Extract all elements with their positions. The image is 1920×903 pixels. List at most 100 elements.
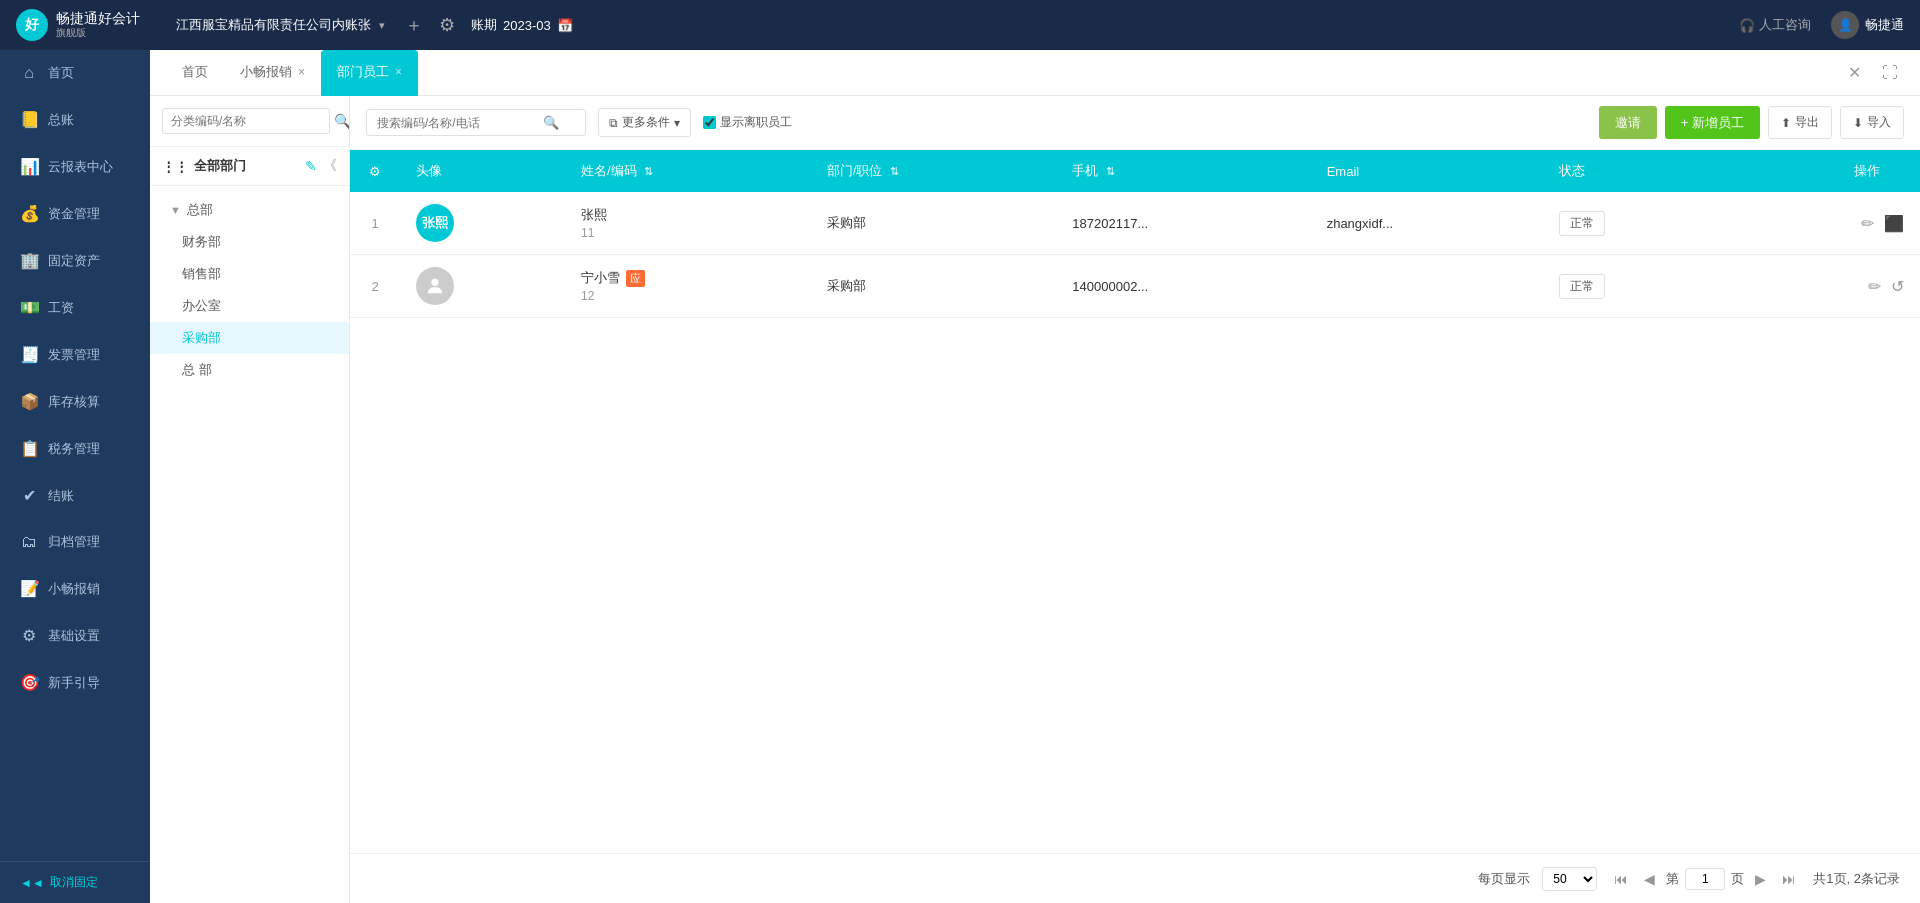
table-col-phone[interactable]: 手机 ⇅ xyxy=(1056,150,1310,192)
dept-node-head[interactable]: 总 部 xyxy=(150,354,349,386)
dept-node-office[interactable]: 办公室 xyxy=(150,290,349,322)
page-nav: ⏮ ◀ 第 页 ▶ ⏭ xyxy=(1609,868,1801,890)
filter-button[interactable]: ⧉ 更多条件 ▾ xyxy=(598,108,691,137)
sidebar-item-settings[interactable]: ⚙ 基础设置 xyxy=(0,612,150,659)
tag-ying-2: 应 xyxy=(626,270,645,287)
dept-all-label: 全部部门 xyxy=(194,157,246,175)
tab-home[interactable]: 首页 xyxy=(166,50,224,96)
tab-close-window[interactable]: ✕ xyxy=(1840,59,1868,87)
company-dropdown-arrow: ▾ xyxy=(379,19,385,32)
sidebar-item-salary[interactable]: 💵 工资 xyxy=(0,284,150,331)
sidebar-item-fixed-assets[interactable]: 🏢 固定资产 xyxy=(0,237,150,284)
right-panel: 🔍 ⧉ 更多条件 ▾ 显示离职员工 邀请 xyxy=(350,96,1920,903)
tab-maximize[interactable]: ⛶ xyxy=(1876,59,1904,87)
sidebar-label-funds: 资金管理 xyxy=(48,205,100,223)
period-value: 2023-03 xyxy=(503,18,551,33)
sidebar-item-expense[interactable]: 📝 小畅报销 xyxy=(0,565,150,612)
dept-node-finance[interactable]: 财务部 xyxy=(150,226,349,258)
tab-corner-buttons: ✕ ⛶ xyxy=(1840,59,1904,87)
dept-collapse-button[interactable]: 《 xyxy=(323,157,337,175)
sidebar-item-archive[interactable]: 🗂 归档管理 xyxy=(0,519,150,565)
show-resigned-label[interactable]: 显示离职员工 xyxy=(703,114,792,131)
tab-dept-close[interactable]: × xyxy=(395,65,402,79)
sidebar-label-home: 首页 xyxy=(48,64,74,82)
add-employee-button[interactable]: + 新增员工 xyxy=(1665,106,1760,139)
sidebar-item-reports[interactable]: 📊 云报表中心 xyxy=(0,143,150,190)
dept-node-general[interactable]: ▼ 总部 xyxy=(150,194,349,226)
sidebar-label-guide: 新手引导 xyxy=(48,674,100,692)
refresh-button-2[interactable]: ↺ xyxy=(1891,277,1904,296)
calendar-icon[interactable]: 📅 xyxy=(557,18,573,33)
import-button[interactable]: ⬇ 导入 xyxy=(1840,106,1904,139)
expense-icon: 📝 xyxy=(20,579,38,598)
dept-node-purchasing[interactable]: 采购部 xyxy=(150,322,349,354)
edit-button-1[interactable]: ✏ xyxy=(1861,214,1874,233)
dept-node-sales[interactable]: 销售部 xyxy=(150,258,349,290)
top-header: 好 畅捷通好会计 旗舰版 江西服宝精品有限责任公司内账张 ▾ ＋ ⚙ 账期 20… xyxy=(0,0,1920,50)
period-label-text: 账期 xyxy=(471,16,497,34)
company-selector[interactable]: 江西服宝精品有限责任公司内账张 ▾ xyxy=(176,16,385,34)
add-button[interactable]: ＋ xyxy=(405,13,423,37)
tab-home-label: 首页 xyxy=(182,63,208,81)
left-panel: 🔍 ⋮⋮ 全部部门 ✎ 《 ▼ 总部 财务部 xyxy=(150,96,350,903)
dept-cell-2: 采购部 xyxy=(811,255,1057,318)
page-suffix: 页 xyxy=(1731,870,1744,888)
action-cell-2: ✏ ↺ xyxy=(1727,255,1920,318)
tab-expense-close[interactable]: × xyxy=(298,65,305,79)
avatar-2 xyxy=(416,267,454,305)
page-summary: 共1页, 2条记录 xyxy=(1813,870,1900,888)
tab-dept-staff[interactable]: 部门员工 × xyxy=(321,50,418,96)
guide-icon: 🎯 xyxy=(20,673,38,692)
page-first-button[interactable]: ⏮ xyxy=(1609,868,1633,890)
user-area[interactable]: 👤 畅捷通 xyxy=(1831,11,1904,39)
dept-tree: ▼ 总部 财务部 销售部 办公室 采购部 xyxy=(150,186,349,394)
invite-button[interactable]: 邀请 xyxy=(1599,106,1657,139)
table-col-name[interactable]: 姓名/编码 ⇅ xyxy=(565,150,811,192)
sidebar: ⌂ 首页 📒 总账 📊 云报表中心 💰 资金管理 🏢 固定资产 💵 工资 🧾 发… xyxy=(0,50,150,903)
header-actions: ＋ ⚙ 账期 2023-03 📅 xyxy=(405,13,573,37)
sidebar-item-general-ledger[interactable]: 📒 总账 xyxy=(0,96,150,143)
sidebar-item-guide[interactable]: 🎯 新手引导 xyxy=(0,659,150,706)
right-header: 🎧 人工咨询 👤 畅捷通 xyxy=(1739,11,1904,39)
table-col-gear[interactable]: ⚙ xyxy=(350,150,400,192)
sidebar-item-closing[interactable]: ✔ 结账 xyxy=(0,472,150,519)
avatar-1: 张熙 xyxy=(416,204,454,242)
sidebar-item-inventory[interactable]: 📦 库存核算 xyxy=(0,378,150,425)
page-next-button[interactable]: ▶ xyxy=(1750,868,1771,890)
settings-sidebar-icon: ⚙ xyxy=(20,626,38,645)
sidebar-label-expense: 小畅报销 xyxy=(48,580,100,598)
edit-button-2[interactable]: ✏ xyxy=(1868,277,1881,296)
sidebar-item-home[interactable]: ⌂ 首页 xyxy=(0,50,150,96)
employee-search-input[interactable] xyxy=(377,116,537,130)
dept-search-input[interactable] xyxy=(162,108,330,134)
sidebar-item-tax[interactable]: 📋 税务管理 xyxy=(0,425,150,472)
filter-icon: ⧉ xyxy=(609,116,618,130)
table-col-action: 操作 xyxy=(1727,150,1920,192)
export-button[interactable]: ⬆ 导出 xyxy=(1768,106,1832,139)
page-content: 🔍 ⋮⋮ 全部部门 ✎ 《 ▼ 总部 财务部 xyxy=(150,96,1920,903)
closing-icon: ✔ xyxy=(20,486,38,505)
headset-icon: 🎧 xyxy=(1739,18,1755,33)
app-logo-icon: 好 xyxy=(16,9,48,41)
funds-icon: 💰 xyxy=(20,204,38,223)
table-col-dept[interactable]: 部门/职位 ⇅ xyxy=(811,150,1057,192)
dept-search-button[interactable]: 🔍 xyxy=(334,113,350,129)
invoice-icon: 🧾 xyxy=(20,345,38,364)
dept-cell-1: 采购部 xyxy=(811,192,1057,255)
page-last-button[interactable]: ⏭ xyxy=(1777,868,1801,890)
per-page-select[interactable]: 50 100 200 xyxy=(1542,867,1597,891)
invite-label: 邀请 xyxy=(1615,115,1641,130)
show-resigned-checkbox[interactable] xyxy=(703,116,716,129)
table-col-status: 状态 xyxy=(1543,150,1727,192)
service-button[interactable]: 🎧 人工咨询 xyxy=(1739,16,1811,34)
sidebar-cancel-fixed[interactable]: ◄◄ 取消固定 xyxy=(0,861,150,903)
page-number-input[interactable] xyxy=(1685,868,1725,890)
page-prev-button[interactable]: ◀ xyxy=(1639,868,1660,890)
table-header-row: ⚙ 头像 姓名/编码 ⇅ 部门/职位 ⇅ 手机 ⇅ Email 状态 操作 xyxy=(350,150,1920,192)
dept-edit-button[interactable]: ✎ xyxy=(305,158,317,174)
sidebar-item-invoice[interactable]: 🧾 发票管理 xyxy=(0,331,150,378)
settings-button[interactable]: ⚙ xyxy=(439,14,455,36)
logout-button-1[interactable]: ⬛ xyxy=(1884,214,1904,233)
sidebar-item-funds[interactable]: 💰 资金管理 xyxy=(0,190,150,237)
tab-expense[interactable]: 小畅报销 × xyxy=(224,50,321,96)
